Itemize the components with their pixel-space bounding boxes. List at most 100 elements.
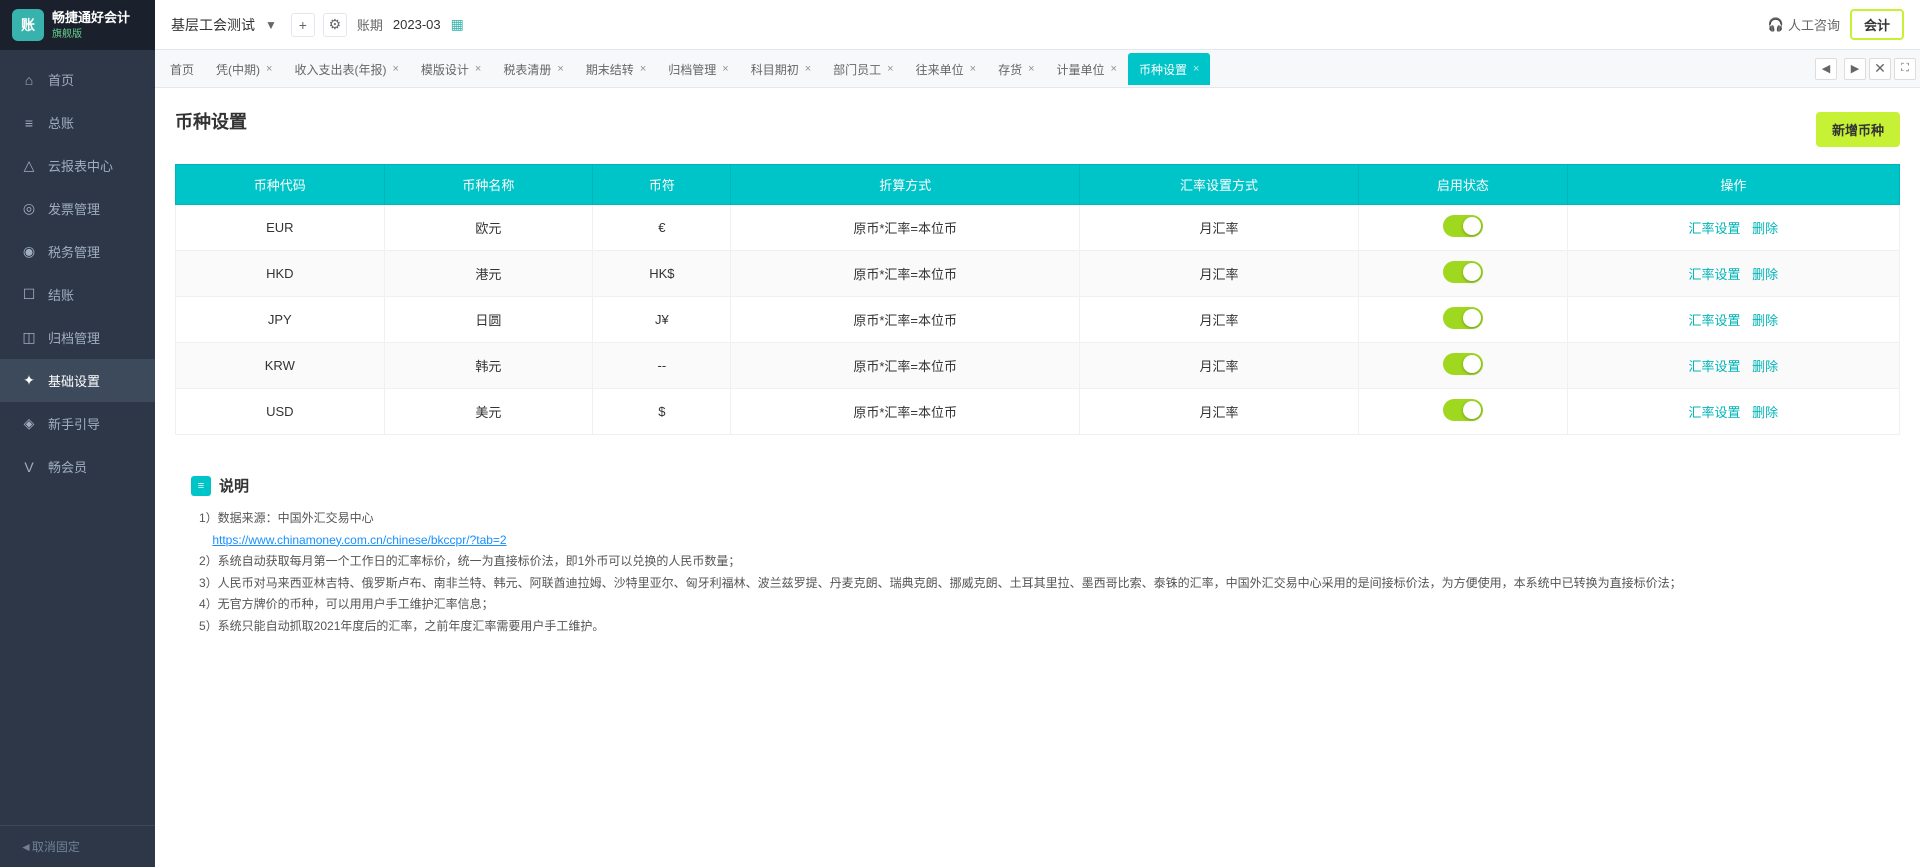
tab-close-income[interactable]: × [392,63,398,75]
cell-code-4: USD [176,389,385,435]
cell-symbol-4: $ [593,389,731,435]
cell-method-3: 原币*汇率=本位币 [731,343,1080,389]
consult-button[interactable]: 🎧 人工咨询 [1768,15,1840,34]
cell-name-1: 港元 [384,251,593,297]
tab-maximize-button[interactable]: ⛶ [1894,58,1916,80]
cell-rate-type-1: 月汇率 [1079,251,1358,297]
toggle-0[interactable] [1443,215,1483,237]
settings-icon[interactable]: ⚙ [323,13,347,37]
tab-clients[interactable]: 往来单位× [905,53,987,85]
calendar-icon[interactable]: ▦ [451,16,464,33]
tab-close-archive-mgmt[interactable]: × [722,63,728,75]
sidebar-item-label-member: 畅会员 [48,457,87,476]
table-row: JPY 日圆 J¥ 原币*汇率=本位币 月汇率 汇率设置 删除 [176,297,1900,343]
sidebar-item-tax[interactable]: ◉ 税务管理 [0,230,155,273]
tab-close-units[interactable]: × [1111,63,1117,75]
rate-setting-link-0[interactable]: 汇率设置 [1689,221,1741,236]
toggle-2[interactable] [1443,307,1483,329]
sidebar-item-label-guide: 新手引导 [48,414,100,433]
toggle-track-4 [1443,399,1483,421]
tab-label-home: 首页 [170,61,194,78]
tab-next-button[interactable]: ▶ [1844,58,1866,80]
add-tab-button[interactable]: + [291,13,315,37]
tab-label-balance: 凭(中期) [216,61,260,78]
cell-actions-4: 汇率设置 删除 [1567,389,1899,435]
sidebar-item-archive[interactable]: ◫ 归档管理 [0,316,155,359]
tab-close-template[interactable]: × [475,63,481,75]
tab-archive-mgmt[interactable]: 归档管理× [657,53,739,85]
page-title: 币种设置 [175,108,247,134]
sidebar-item-guide[interactable]: ◈ 新手引导 [0,402,155,445]
sidebar-item-invoice[interactable]: ◎ 发票管理 [0,187,155,230]
cell-method-4: 原币*汇率=本位币 [731,389,1080,435]
rate-setting-link-2[interactable]: 汇率设置 [1689,313,1741,328]
delete-link-2[interactable]: 删除 [1752,313,1778,328]
tab-close-taxclear[interactable]: × [557,63,563,75]
toggle-thumb-2 [1463,309,1481,327]
workspace-dropdown-icon[interactable]: ▼ [265,18,277,32]
tab-close-currency[interactable]: × [1193,63,1199,75]
sidebar-item-label-invoice: 发票管理 [48,199,100,218]
tab-balance[interactable]: 凭(中期) × [205,53,283,85]
cell-status-4[interactable] [1359,389,1568,435]
account-button[interactable]: 会计 [1850,9,1904,40]
tab-close-inventory[interactable]: × [1028,63,1034,75]
cell-actions-3: 汇率设置 删除 [1567,343,1899,389]
rate-setting-link-1[interactable]: 汇率设置 [1689,267,1741,282]
toggle-track-0 [1443,215,1483,237]
delete-link-0[interactable]: 删除 [1752,221,1778,236]
cell-code-0: EUR [176,205,385,251]
sidebar-navigation: ⌂ 首页 ≡ 总账 △ 云报表中心 ◎ 发票管理 ◉ 税务管理 ☐ 结账 ◫ 归… [0,50,155,825]
tab-prev-button[interactable]: ◀ [1815,58,1837,80]
cell-status-0[interactable] [1359,205,1568,251]
tab-currency[interactable]: 币种设置× [1128,53,1210,85]
table-row: USD 美元 $ 原币*汇率=本位币 月汇率 汇率设置 删除 [176,389,1900,435]
tab-close-balance[interactable]: × [266,63,272,75]
toggle-thumb-0 [1463,217,1481,235]
sidebar-item-member[interactable]: V 畅会员 [0,445,155,488]
toggle-3[interactable] [1443,353,1483,375]
rate-setting-link-3[interactable]: 汇率设置 [1689,359,1741,374]
sidebar-item-ledger[interactable]: ≡ 总账 [0,101,155,144]
logo-icon: 账 [12,9,44,41]
rate-setting-link-4[interactable]: 汇率设置 [1689,405,1741,420]
delete-link-4[interactable]: 删除 [1752,405,1778,420]
tab-label-taxclear: 税表清册 [503,61,551,78]
cell-rate-type-2: 月汇率 [1079,297,1358,343]
tab-home[interactable]: 首页 [159,53,205,85]
tab-subjects[interactable]: 科目期初× [740,53,822,85]
add-currency-button[interactable]: 新增币种 [1816,112,1900,147]
tab-period-end[interactable]: 期末结转× [575,53,657,85]
tab-inventory[interactable]: 存货 × [987,53,1045,85]
tab-label-inventory: 存货 [998,61,1022,78]
tab-close-all-button[interactable]: ✕ [1869,58,1891,80]
sidebar-item-label-settings: 基础设置 [48,371,100,390]
cell-rate-type-3: 月汇率 [1079,343,1358,389]
notes-link[interactable]: https://www.chinamoney.com.cn/chinese/bk… [212,533,506,547]
tab-template[interactable]: 模版设计× [410,53,492,85]
tab-units[interactable]: 计量单位× [1046,53,1128,85]
tab-label-department: 部门员工 [833,61,881,78]
delete-link-3[interactable]: 删除 [1752,359,1778,374]
tab-taxclear[interactable]: 税表清册 × [492,53,574,85]
tab-close-subjects[interactable]: × [805,63,811,75]
sidebar-item-checkout[interactable]: ☐ 结账 [0,273,155,316]
tab-close-period-end[interactable]: × [640,63,646,75]
tab-income[interactable]: 收入支出表(年报)× [283,53,409,85]
cell-status-1[interactable] [1359,251,1568,297]
delete-link-1[interactable]: 删除 [1752,267,1778,282]
cell-status-3[interactable] [1359,343,1568,389]
sidebar-item-reports[interactable]: △ 云报表中心 [0,144,155,187]
cell-status-2[interactable] [1359,297,1568,343]
tab-department[interactable]: 部门员工 × [822,53,904,85]
sidebar-item-settings[interactable]: ✦ 基础设置 [0,359,155,402]
toggle-track-2 [1443,307,1483,329]
sidebar-item-label-archive: 归档管理 [48,328,100,347]
tab-close-department[interactable]: × [887,63,893,75]
toggle-1[interactable] [1443,261,1483,283]
toggle-4[interactable] [1443,399,1483,421]
tab-close-clients[interactable]: × [970,63,976,75]
sidebar-item-home[interactable]: ⌂ 首页 [0,58,155,101]
sidebar-pin-toggle[interactable]: ◄取消固定 [0,825,155,867]
top-right-actions: 🎧 人工咨询 会计 [1768,9,1904,40]
